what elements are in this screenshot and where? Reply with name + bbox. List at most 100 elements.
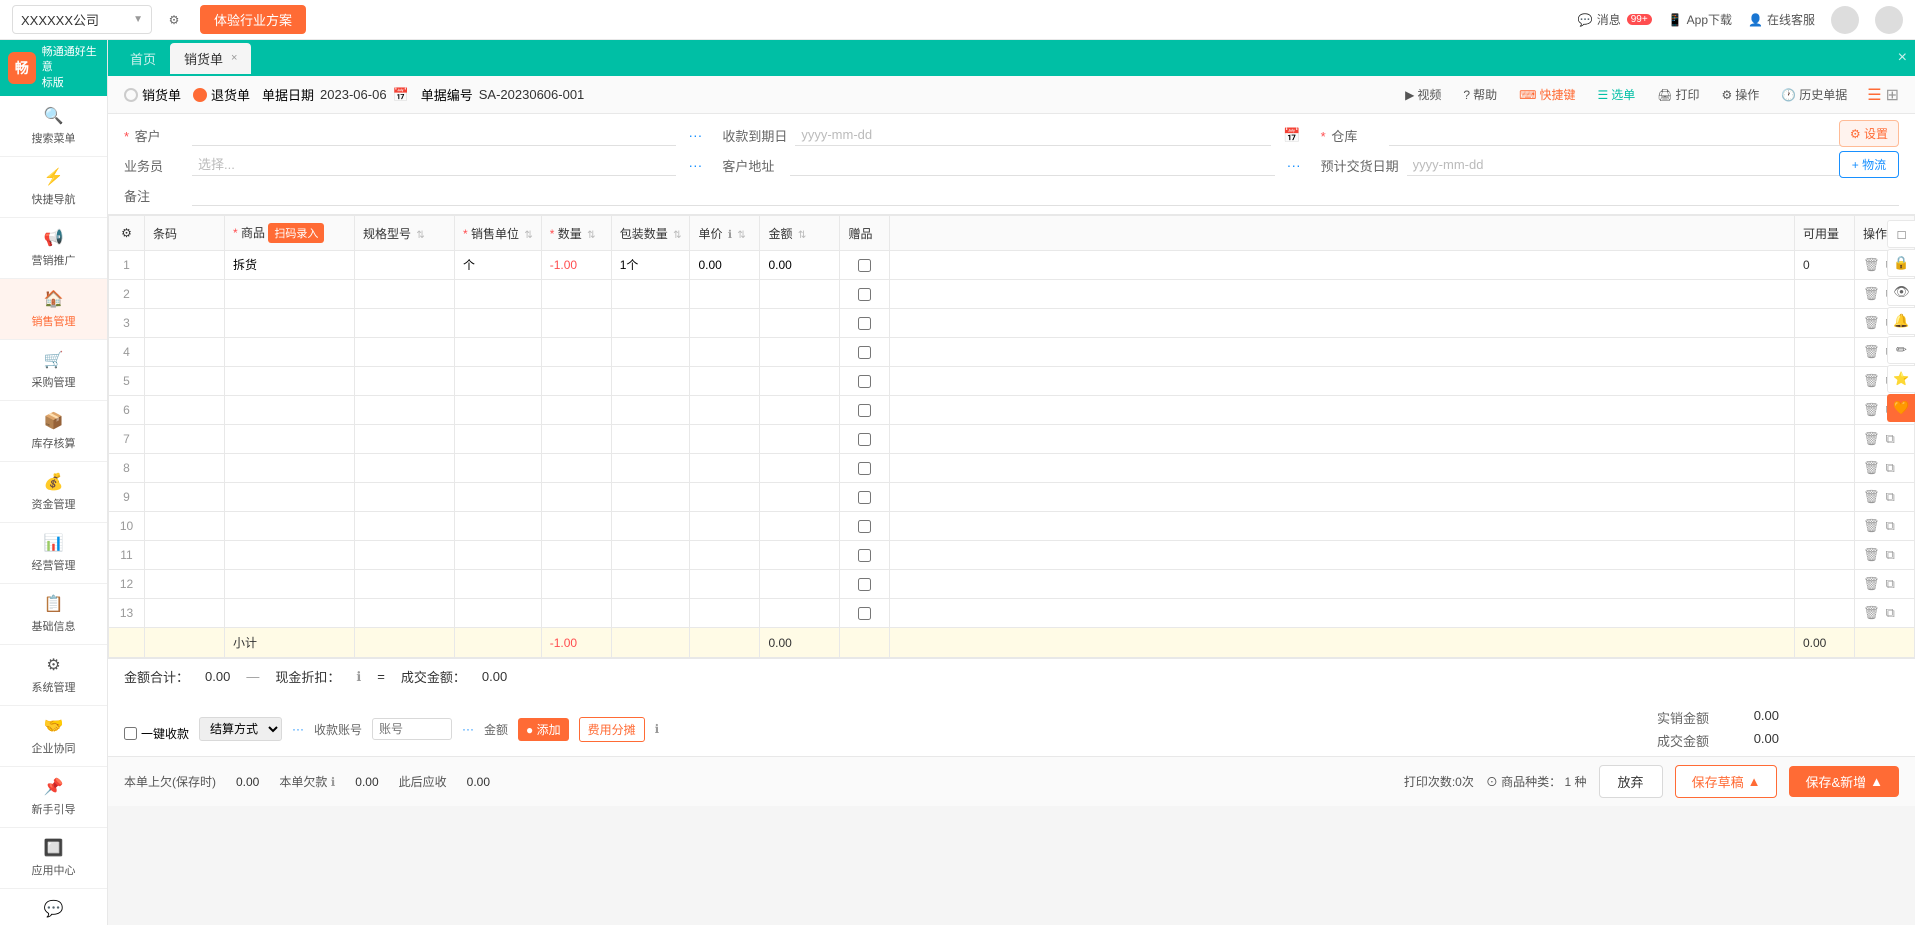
row-price[interactable] bbox=[690, 454, 760, 483]
row-spec[interactable] bbox=[355, 483, 455, 512]
row-amount[interactable] bbox=[760, 367, 840, 396]
row-gift[interactable] bbox=[840, 280, 890, 309]
window-close-icon[interactable]: × bbox=[1898, 49, 1907, 67]
row-pkgqty[interactable] bbox=[611, 512, 690, 541]
row-barcode[interactable] bbox=[145, 251, 225, 280]
row-price[interactable] bbox=[690, 338, 760, 367]
trial-button[interactable]: 体验行业方案 bbox=[200, 5, 306, 34]
sidebar-item-management[interactable]: 📊 经营管理 bbox=[0, 523, 107, 584]
copy-icon[interactable]: ⧉ bbox=[1886, 489, 1895, 505]
row-barcode[interactable] bbox=[145, 570, 225, 599]
sidebar-item-marketing[interactable]: 📢 营销推广 bbox=[0, 218, 107, 279]
row-unit[interactable] bbox=[455, 251, 542, 280]
row-gift[interactable] bbox=[840, 309, 890, 338]
row-gift[interactable] bbox=[840, 425, 890, 454]
delete-icon[interactable]: 🗑 bbox=[1863, 315, 1880, 331]
online-service-button[interactable]: 👤 在线客服 bbox=[1748, 11, 1815, 28]
row-pkgqty[interactable] bbox=[611, 338, 690, 367]
row-qty[interactable] bbox=[541, 454, 611, 483]
lack-info-icon[interactable]: ℹ bbox=[331, 775, 336, 789]
row-spec[interactable] bbox=[355, 570, 455, 599]
customer-addr-input[interactable] bbox=[790, 154, 1274, 176]
row-unit[interactable] bbox=[455, 541, 542, 570]
row-qty[interactable] bbox=[541, 512, 611, 541]
row-qty[interactable] bbox=[541, 541, 611, 570]
select-btn[interactable]: ☰ 选单 bbox=[1591, 84, 1641, 105]
copy-icon[interactable]: ⧉ bbox=[1886, 605, 1895, 621]
row-gift[interactable] bbox=[840, 367, 890, 396]
history-btn[interactable]: 🕐 历史单据 bbox=[1775, 84, 1853, 105]
copy-icon[interactable]: ⧉ bbox=[1886, 518, 1895, 534]
row-qty[interactable] bbox=[541, 396, 611, 425]
video-btn[interactable]: ▶ 视频 bbox=[1399, 84, 1447, 105]
row-price[interactable] bbox=[690, 541, 760, 570]
copy-icon[interactable]: ⧉ bbox=[1886, 460, 1895, 476]
sidebar-item-inventory[interactable]: 📦 库存核算 bbox=[0, 401, 107, 462]
row-spec[interactable] bbox=[355, 280, 455, 309]
row-amount[interactable] bbox=[760, 425, 840, 454]
row-barcode[interactable] bbox=[145, 280, 225, 309]
sidebar-item-basicinfo[interactable]: 📋 基础信息 bbox=[0, 584, 107, 645]
row-barcode[interactable] bbox=[145, 483, 225, 512]
row-amount[interactable] bbox=[760, 570, 840, 599]
calendar-icon[interactable]: 📅 bbox=[393, 87, 409, 103]
row-amount[interactable] bbox=[760, 338, 840, 367]
row-qty[interactable] bbox=[541, 367, 611, 396]
row-barcode[interactable] bbox=[145, 338, 225, 367]
row-unit[interactable] bbox=[455, 280, 542, 309]
row-product[interactable] bbox=[225, 309, 355, 338]
row-price[interactable] bbox=[690, 396, 760, 425]
tab-sales-order[interactable]: 销货单 × bbox=[170, 43, 251, 74]
row-product[interactable] bbox=[225, 425, 355, 454]
rfloat-lock-icon[interactable]: 🔒 bbox=[1887, 249, 1915, 277]
row-pkgqty[interactable] bbox=[611, 309, 690, 338]
row-pkgqty[interactable] bbox=[611, 280, 690, 309]
row-spec[interactable] bbox=[355, 454, 455, 483]
delete-icon[interactable]: 🗑 bbox=[1863, 402, 1880, 418]
sidebar-item-collab[interactable]: 🤝 企业协同 bbox=[0, 706, 107, 767]
print-btn[interactable]: 🖨 打印 bbox=[1651, 84, 1705, 105]
row-product[interactable] bbox=[225, 280, 355, 309]
delete-icon[interactable]: 🗑 bbox=[1863, 344, 1880, 360]
discard-button[interactable]: 放弃 bbox=[1599, 765, 1663, 798]
row-product[interactable] bbox=[225, 367, 355, 396]
salesperson-dots-icon[interactable]: ··· bbox=[688, 157, 702, 173]
row-barcode[interactable] bbox=[145, 425, 225, 454]
row-qty[interactable] bbox=[541, 280, 611, 309]
view-toggle-list[interactable]: ☰ bbox=[1867, 85, 1881, 105]
row-product[interactable] bbox=[225, 338, 355, 367]
sidebar-item-quicknav[interactable]: ⚡ 快捷导航 bbox=[0, 157, 107, 218]
row-gift[interactable] bbox=[840, 251, 890, 280]
notes-input[interactable] bbox=[192, 184, 1899, 206]
sidebar-item-system[interactable]: ⚙ 系统管理 bbox=[0, 645, 107, 706]
salesperson-input[interactable] bbox=[192, 154, 676, 176]
row-qty[interactable] bbox=[541, 251, 611, 280]
row-barcode[interactable] bbox=[145, 541, 225, 570]
row-pkgqty[interactable] bbox=[611, 251, 690, 280]
tab-home[interactable]: 首页 bbox=[116, 43, 170, 74]
row-product[interactable] bbox=[225, 541, 355, 570]
row-product[interactable] bbox=[225, 570, 355, 599]
customer-input[interactable] bbox=[192, 124, 676, 146]
app-download-button[interactable]: 📱 App下载 bbox=[1668, 11, 1732, 28]
payment-date-input[interactable] bbox=[795, 124, 1271, 146]
row-unit[interactable] bbox=[455, 367, 542, 396]
radio-sale[interactable]: 销货单 bbox=[124, 85, 181, 104]
row-gift[interactable] bbox=[840, 599, 890, 628]
delivery-date-input[interactable] bbox=[1407, 154, 1870, 176]
row-qty[interactable] bbox=[541, 599, 611, 628]
avatar[interactable] bbox=[1831, 6, 1859, 34]
delete-icon[interactable]: 🗑 bbox=[1863, 286, 1880, 302]
row-gift[interactable] bbox=[840, 570, 890, 599]
customer-dots-icon[interactable]: ··· bbox=[688, 127, 702, 143]
row-unit[interactable] bbox=[455, 454, 542, 483]
row-price[interactable] bbox=[690, 483, 760, 512]
row-unit[interactable] bbox=[455, 483, 542, 512]
sidebar-item-sales[interactable]: 🏠 销售管理 bbox=[0, 279, 107, 340]
row-unit[interactable] bbox=[455, 512, 542, 541]
delete-icon[interactable]: 🗑 bbox=[1863, 460, 1880, 476]
sidebar-item-search[interactable]: 🔍 搜索菜单 bbox=[0, 96, 107, 157]
row-product[interactable] bbox=[225, 251, 355, 280]
row-pkgqty[interactable] bbox=[611, 454, 690, 483]
row-spec[interactable] bbox=[355, 309, 455, 338]
